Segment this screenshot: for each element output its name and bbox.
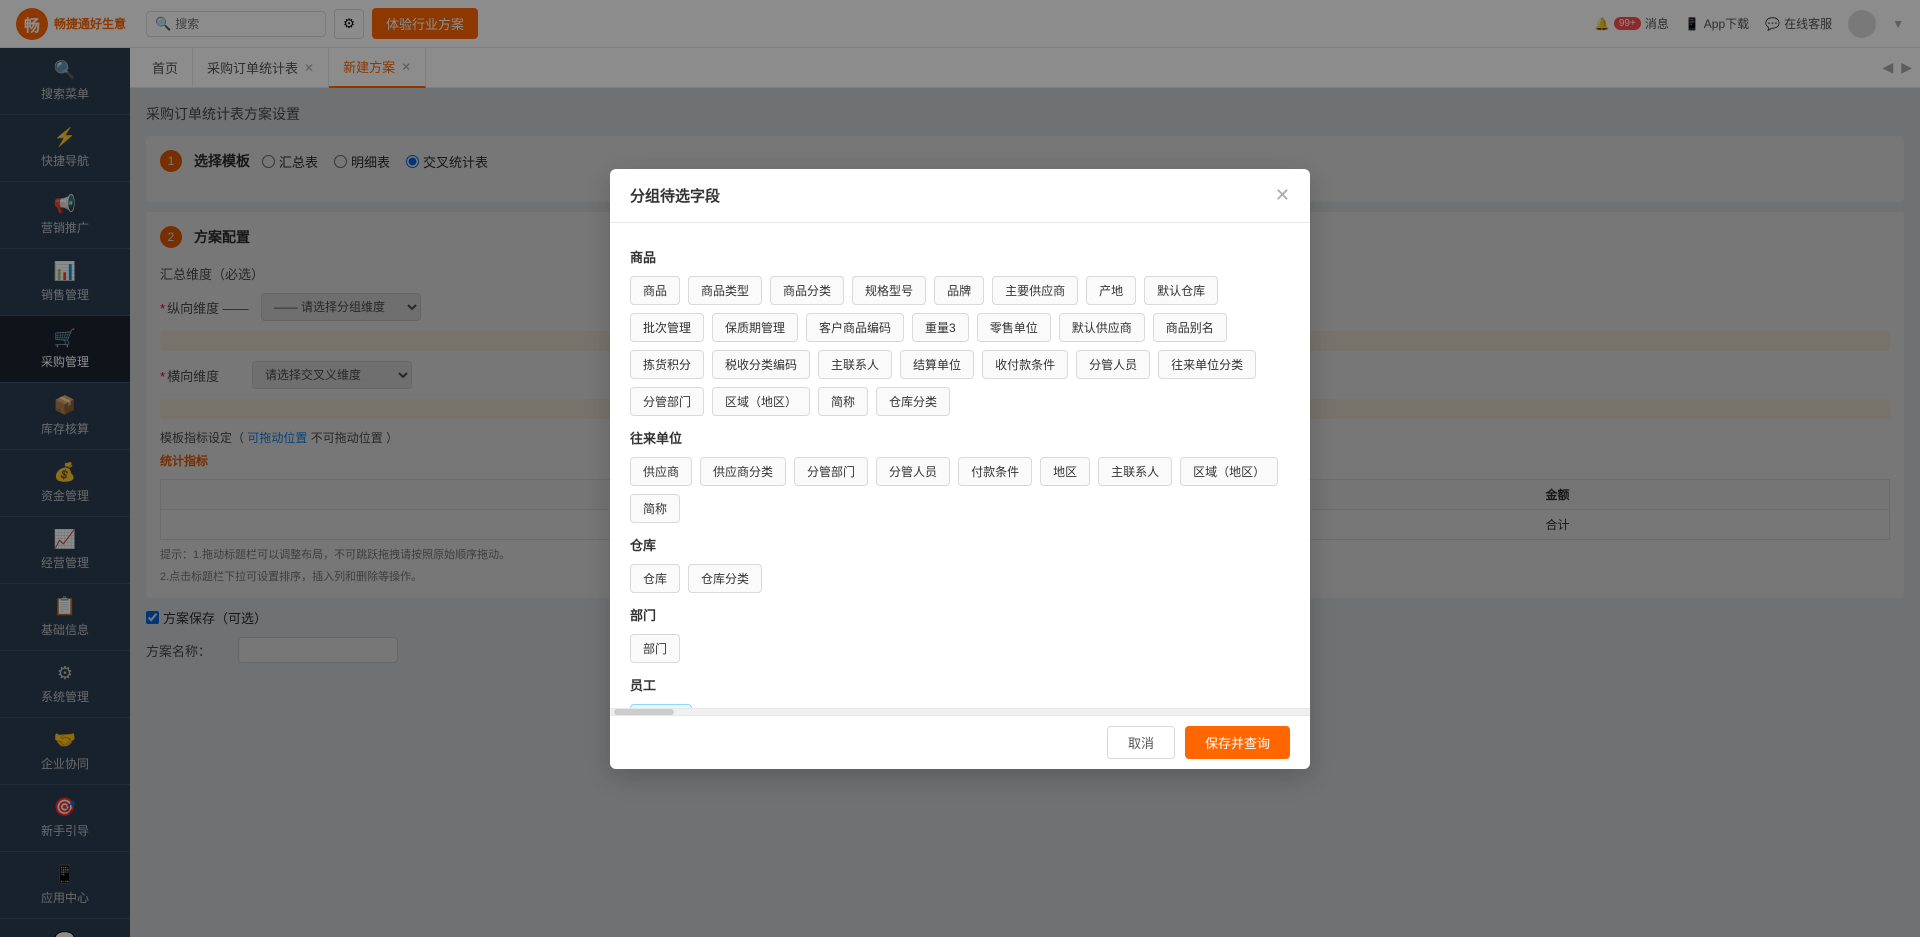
- field-tag-region[interactable]: 区域（地区）: [712, 387, 810, 416]
- field-tag-customer-code[interactable]: 客户商品编码: [806, 313, 904, 342]
- modal-overlay: 分组待选字段 ✕ 商品商品商品类型商品分类规格型号品牌主要供应商产地默认仓库批次…: [0, 0, 1920, 937]
- field-tag-main-contact2[interactable]: 主联系人: [1098, 457, 1172, 486]
- modal-section-dept-section: 部门部门: [630, 605, 1290, 663]
- field-tag-spec-model[interactable]: 规格型号: [852, 276, 926, 305]
- field-tag-dept2[interactable]: 部门: [630, 634, 680, 663]
- field-tag-alias[interactable]: 商品别名: [1153, 313, 1227, 342]
- modal-body: 商品商品商品类型商品分类规格型号品牌主要供应商产地默认仓库批次管理保质期管理客户…: [610, 223, 1310, 708]
- section-title-partner: 往来单位: [630, 428, 1290, 447]
- field-tag-weight3[interactable]: 重量3: [912, 313, 969, 342]
- field-tag-default-warehouse[interactable]: 默认仓库: [1144, 276, 1218, 305]
- field-tag-supplier[interactable]: 供应商: [630, 457, 692, 486]
- field-tag-wh[interactable]: 仓库: [630, 564, 680, 593]
- section-title-warehouse: 仓库: [630, 535, 1290, 554]
- field-tag-from-unit-category[interactable]: 往来单位分类: [1158, 350, 1256, 379]
- modal-close-button[interactable]: ✕: [1275, 185, 1290, 206]
- field-tag-brand[interactable]: 品牌: [934, 276, 984, 305]
- fields-grid-product: 商品商品类型商品分类规格型号品牌主要供应商产地默认仓库批次管理保质期管理客户商品…: [630, 276, 1290, 416]
- section-title-product: 商品: [630, 247, 1290, 266]
- fields-grid-partner: 供应商供应商分类分管部门分管人员付款条件地区主联系人区域（地区） 简称: [630, 457, 1290, 523]
- field-tag-warehouse-category[interactable]: 仓库分类: [876, 387, 950, 416]
- fields-grid-dept-section: 部门: [630, 634, 1290, 663]
- modal-dialog: 分组待选字段 ✕ 商品商品商品类型商品分类规格型号品牌主要供应商产地默认仓库批次…: [610, 169, 1310, 769]
- section-title-dept-section: 部门: [630, 605, 1290, 624]
- field-tag-admin-person[interactable]: 分管人员: [876, 457, 950, 486]
- modal-cancel-button[interactable]: 取消: [1107, 726, 1175, 759]
- field-tag-quality-management[interactable]: 保质期管理: [712, 313, 798, 342]
- modal-confirm-button[interactable]: 保存并查询: [1185, 726, 1290, 759]
- field-tag-supplier-category[interactable]: 供应商分类: [700, 457, 786, 486]
- field-tag-payment-terms[interactable]: 收付款条件: [982, 350, 1068, 379]
- modal-section-warehouse: 仓库仓库仓库分类: [630, 535, 1290, 593]
- modal-section-partner: 往来单位供应商供应商分类分管部门分管人员付款条件地区主联系人区域（地区） 简称: [630, 428, 1290, 523]
- field-tag-batch-management[interactable]: 批次管理: [630, 313, 704, 342]
- field-tag-dept[interactable]: 分管部门: [794, 457, 868, 486]
- field-tag-pay-terms[interactable]: 付款条件: [958, 457, 1032, 486]
- field-tag-settlement-unit[interactable]: 结算单位: [900, 350, 974, 379]
- section-title-employee: 员工: [630, 675, 1290, 694]
- field-tag-wh-category[interactable]: 仓库分类: [688, 564, 762, 593]
- field-tag-commodity-category[interactable]: 商品分类: [770, 276, 844, 305]
- field-tag-origin[interactable]: 产地: [1086, 276, 1136, 305]
- field-tag-region2[interactable]: 地区: [1040, 457, 1090, 486]
- fields-grid-warehouse: 仓库仓库分类: [630, 564, 1290, 593]
- modal-title: 分组待选字段: [630, 185, 720, 206]
- field-tag-commodity-type[interactable]: 商品类型: [688, 276, 762, 305]
- field-tag-commodity[interactable]: 商品: [630, 276, 680, 305]
- field-tag-region3[interactable]: 区域（地区）: [1180, 457, 1278, 486]
- field-tag-short-name2[interactable]: 简称: [630, 494, 680, 523]
- field-tag-short-name[interactable]: 简称: [818, 387, 868, 416]
- modal-horizontal-scrollbar[interactable]: [610, 708, 1310, 715]
- modal-footer: 取消 保存并查询: [610, 715, 1310, 769]
- field-tag-picking-score[interactable]: 拣货积分: [630, 350, 704, 379]
- field-tag-tax-code[interactable]: 税收分类编码: [712, 350, 810, 379]
- modal-header: 分组待选字段 ✕: [610, 169, 1310, 223]
- modal-section-employee: 员工业务员: [630, 675, 1290, 708]
- field-tag-main-supplier[interactable]: 主要供应商: [992, 276, 1078, 305]
- field-tag-admin-staff[interactable]: 分管人员: [1076, 350, 1150, 379]
- modal-section-product: 商品商品商品类型商品分类规格型号品牌主要供应商产地默认仓库批次管理保质期管理客户…: [630, 247, 1290, 416]
- field-tag-default-supplier[interactable]: 默认供应商: [1059, 313, 1145, 342]
- field-tag-admin-dept[interactable]: 分管部门: [630, 387, 704, 416]
- field-tag-retail-unit[interactable]: 零售单位: [977, 313, 1051, 342]
- field-tag-main-contact[interactable]: 主联系人: [818, 350, 892, 379]
